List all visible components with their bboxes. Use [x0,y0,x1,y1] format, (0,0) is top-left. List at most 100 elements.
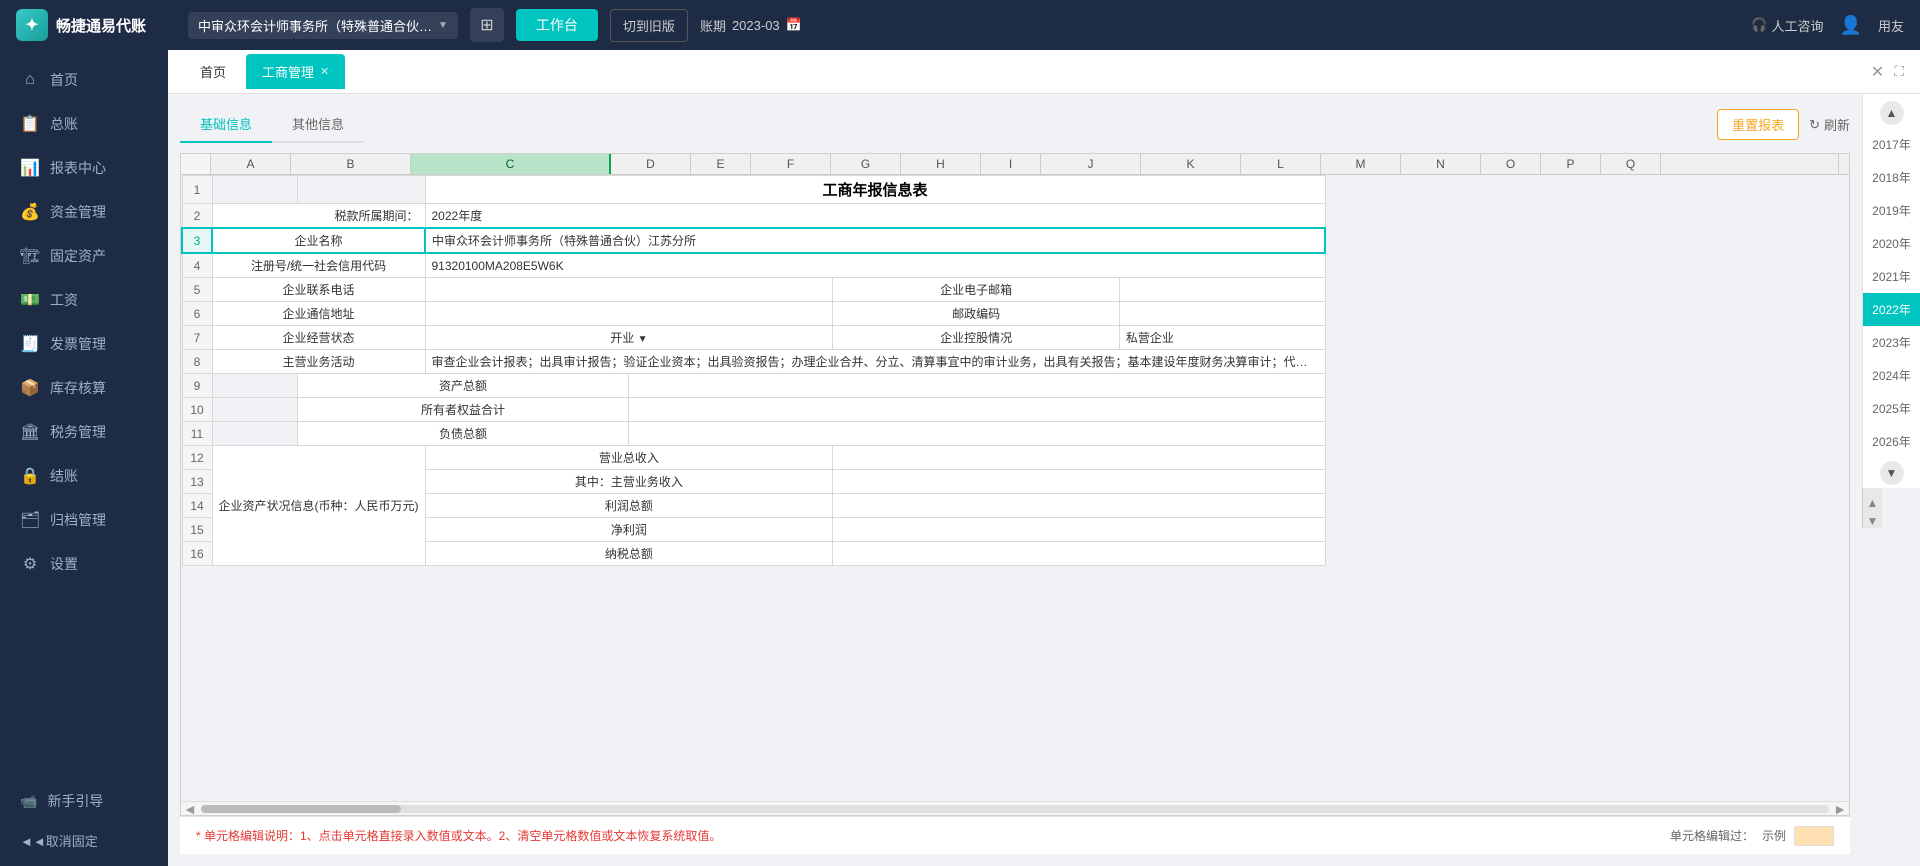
close-icon[interactable]: ✕ [1871,62,1884,82]
year-2025[interactable]: 2025年 [1863,392,1920,425]
cell-5c[interactable] [425,278,833,302]
unpin-btn[interactable]: ◄◄取消固定 [0,823,168,858]
sidebar-label-settings: 设置 [50,554,78,574]
cell-9bc[interactable]: 资产总额 [297,374,629,398]
calendar-icon[interactable]: 📅 [786,17,802,33]
sidebar-item-assets[interactable]: 🏗 固定资产 [0,234,168,278]
cell-15e[interactable] [833,518,1325,542]
cell-7l[interactable]: 私营企业 [1119,326,1325,350]
company-icon-btn[interactable]: ⊞ [470,8,504,42]
cell-5ab[interactable]: 企业联系电话 [212,278,425,302]
table-row: 4 注册号/统一社会信用代码 91320100MA208E5W6K [182,253,1325,278]
cell-6c[interactable] [425,302,833,326]
year-2018[interactable]: 2018年 [1863,161,1920,194]
cell-3ab[interactable]: 企业名称 [212,228,425,253]
cell-4c[interactable]: 91320100MA208E5W6K [425,253,1325,278]
tab-basic-info[interactable]: 基础信息 [180,106,272,143]
tab-business[interactable]: 工商管理 ✕ [246,54,345,89]
expand-icon[interactable]: ⛶ [1894,63,1904,80]
row-num-3: 3 [182,228,212,253]
year-2026[interactable]: 2026年 [1863,425,1920,458]
scrollbar-track[interactable] [201,805,1829,813]
refresh-button[interactable]: ↻ 刷新 [1809,115,1850,134]
cell-10d[interactable] [629,398,1325,422]
switch-version-button[interactable]: 切到旧版 [610,9,688,42]
year-2020[interactable]: 2020年 [1863,227,1920,260]
row-num-1: 1 [182,176,212,204]
col-header-b: B [291,154,411,174]
sidebar-item-home[interactable]: ⌂ 首页 [0,58,168,102]
cell-15c[interactable]: 净利润 [425,518,833,542]
scroll-right-icon[interactable]: ► [1833,801,1847,817]
year-down-btn[interactable]: ▼ [1880,461,1904,485]
cell-6ab[interactable]: 企业通信地址 [212,302,425,326]
horizontal-scrollbar[interactable]: ◄ ► [181,801,1849,815]
company-selector[interactable]: 中审众环会计师事务所（特殊普通合伙… ▼ [188,12,458,39]
year-2017[interactable]: 2017年 [1863,128,1920,161]
sidebar-item-reports[interactable]: 📊 报表中心 [0,146,168,190]
cell-6l[interactable] [1119,302,1325,326]
cell-7c[interactable]: 开业 ▼ [425,326,833,350]
main-layout: ⌂ 首页 📋 总账 📊 报表中心 💰 资金管理 🏗 固定资产 💵 工资 [0,50,1920,866]
collapse-up-icon[interactable]: ▲ [1867,496,1879,510]
year-2023[interactable]: 2023年 [1863,326,1920,359]
spreadsheet-body[interactable]: 1 工商年报信息表 2 税款所属期间： 2022年度 [181,175,1849,801]
cell-8ab[interactable]: 主营业务活动 [212,350,425,374]
period-value: 2023-03 [732,18,780,33]
corner-cell [181,154,211,174]
cell-5l[interactable] [1119,278,1325,302]
year-2019[interactable]: 2019年 [1863,194,1920,227]
sidebar-item-invoice[interactable]: 🧾 发票管理 [0,322,168,366]
cell-7ab[interactable]: 企业经营状态 [212,326,425,350]
row-num-11: 11 [182,422,212,446]
reset-report-button[interactable]: 重置报表 [1717,109,1799,140]
cell-4ab[interactable]: 注册号/统一社会信用代码 [212,253,425,278]
cell-1a[interactable] [212,176,297,204]
workbench-button[interactable]: 工作台 [516,9,598,41]
cell-2ab[interactable]: 税款所属期间： [212,204,425,229]
cell-11d[interactable] [629,422,1325,446]
cell-13c[interactable]: 其中：主营业务收入 [425,470,833,494]
scrollbar-thumb[interactable] [201,805,401,813]
year-2024[interactable]: 2024年 [1863,359,1920,392]
year-2022[interactable]: 2022年 [1863,293,1920,326]
cell-3c[interactable]: 中审众环会计师事务所（特殊普通合伙）江苏分所 [425,228,1325,253]
service-btn[interactable]: 🎧 人工咨询 [1751,16,1823,35]
tab-other-info[interactable]: 其他信息 [272,106,364,143]
cell-16e[interactable] [833,542,1325,566]
row-num-9: 9 [182,374,212,398]
sidebar-item-tax[interactable]: 🏛 税务管理 [0,410,168,454]
cell-1b[interactable] [297,176,425,204]
tab-close-icon[interactable]: ✕ [320,65,329,78]
tab-home-label: 首页 [200,62,226,81]
sidebar-item-salary[interactable]: 💵 工资 [0,278,168,322]
sidebar-item-settings[interactable]: ⚙ 设置 [0,542,168,586]
sidebar-item-funds[interactable]: 💰 资金管理 [0,190,168,234]
cell-14c[interactable]: 利润总额 [425,494,833,518]
cell-16c[interactable]: 纳税总额 [425,542,833,566]
cell-12ab[interactable]: 企业资产状况信息(币种：人民币万元) [212,446,425,566]
tab-home[interactable]: 首页 [184,54,242,89]
new-guide-item[interactable]: 📹 新手引导 [0,779,168,823]
cell-11a[interactable] [212,422,297,446]
year-2021[interactable]: 2021年 [1863,260,1920,293]
cell-14e[interactable] [833,494,1325,518]
cell-9d[interactable] [629,374,1325,398]
cell-8c[interactable]: 审查企业会计报表；出具审计报告；验证企业资本；出具验资报告；办理企业合并、分立、… [425,350,1325,374]
cell-10bc[interactable]: 所有者权益合计 [297,398,629,422]
cell-2c[interactable]: 2022年度 [425,204,1325,229]
sidebar-item-closing[interactable]: 🔒 结账 [0,454,168,498]
sidebar-item-inventory[interactable]: 📦 库存核算 [0,366,168,410]
cell-9a[interactable] [212,374,297,398]
collapse-down-icon[interactable]: ▼ [1867,514,1879,528]
cell-13e[interactable] [833,470,1325,494]
sidebar-item-ledger[interactable]: 📋 总账 [0,102,168,146]
year-up-btn[interactable]: ▲ [1880,101,1904,125]
cell-12e[interactable] [833,446,1325,470]
scroll-left-icon[interactable]: ◄ [183,801,197,817]
cell-10a[interactable] [212,398,297,422]
right-collapse-panel[interactable]: ▲ ▼ [1862,488,1882,528]
sidebar-item-archive[interactable]: 🗂 归档管理 [0,498,168,542]
cell-11bc[interactable]: 负债总额 [297,422,629,446]
cell-12c[interactable]: 营业总收入 [425,446,833,470]
